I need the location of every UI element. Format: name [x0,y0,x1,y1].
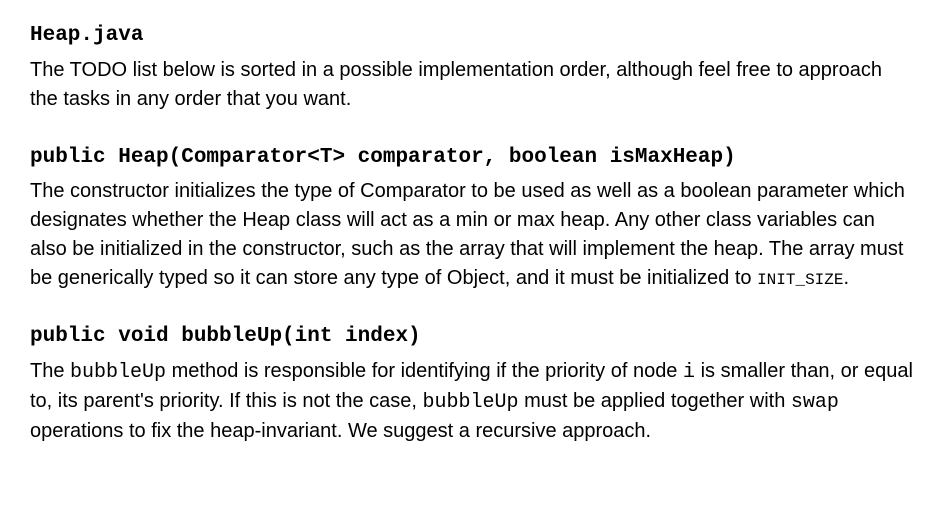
section-heap-java: Heap.java The TODO list below is sorted … [30,20,915,114]
section-constructor: public Heap(Comparator<T> comparator, bo… [30,142,915,294]
body-constructor: The constructor initializes the type of … [30,177,915,293]
text-fragment: method is responsible for identifying if… [166,360,683,382]
code-init-size: INIT_SIZE [757,271,843,289]
text-fragment: The [30,360,70,382]
code-i: i [683,361,695,384]
heading-constructor: public Heap(Comparator<T> comparator, bo… [30,142,915,174]
text-fragment: The TODO list below is sorted in a possi… [30,59,882,110]
heading-heap-java: Heap.java [30,20,915,52]
code-bubbleup: bubbleUp [70,361,166,384]
body-bubbleup: The bubbleUp method is responsible for i… [30,357,915,446]
heading-bubbleup: public void bubbleUp(int index) [30,321,915,353]
section-bubbleup: public void bubbleUp(int index) The bubb… [30,321,915,446]
text-fragment: . [843,267,849,289]
code-bubbleup-2: bubbleUp [423,391,519,414]
code-swap: swap [791,391,839,414]
text-fragment: operations to fix the heap-invariant. We… [30,420,651,442]
text-fragment: must be applied together with [519,390,791,412]
body-heap-java: The TODO list below is sorted in a possi… [30,56,915,114]
